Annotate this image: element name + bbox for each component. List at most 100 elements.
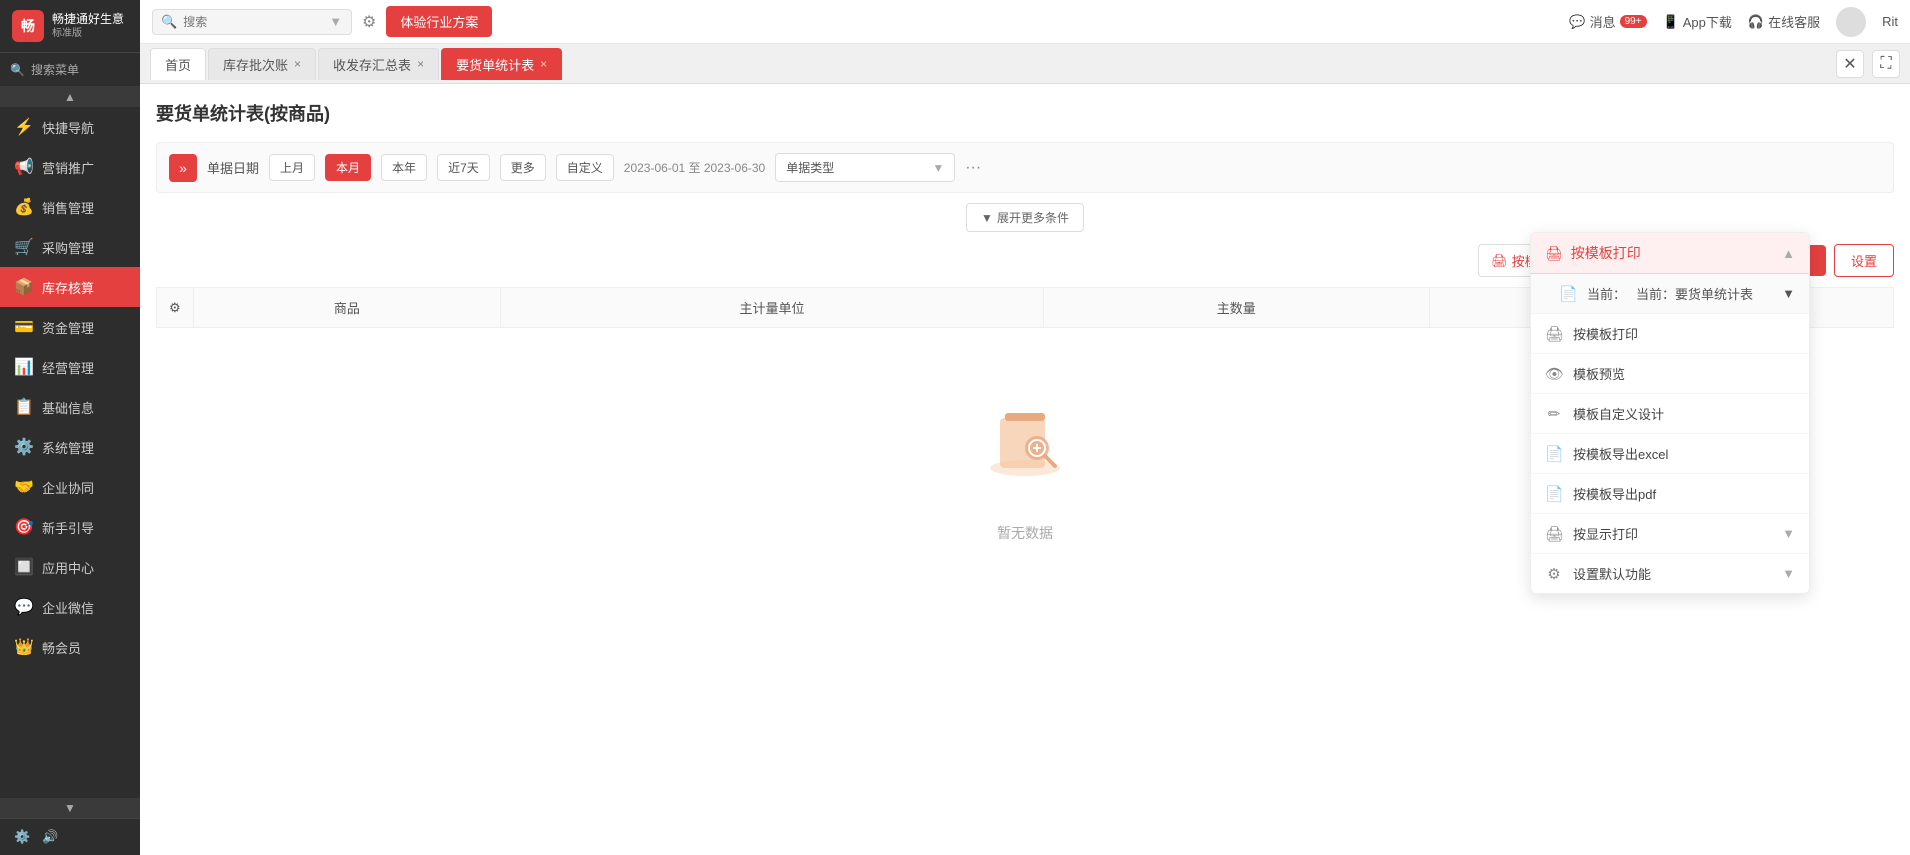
close-collection-summary[interactable]: × <box>417 57 424 71</box>
expand-icon: ▼ <box>981 211 993 225</box>
sidebar-item-purchase[interactable]: 🛒 采购管理 <box>0 227 140 267</box>
topbar-search-dropdown[interactable]: ▼ <box>329 14 342 29</box>
tab-batch-account[interactable]: 库存批次账 × <box>208 48 316 80</box>
wechat-icon: 💬 <box>14 597 34 617</box>
guide-icon: 🎯 <box>14 517 34 537</box>
quick-nav-icon: ⚡ <box>14 117 34 137</box>
dropdown-set-default[interactable]: ⚙ 设置默认功能 ▼ <box>1531 554 1809 593</box>
sidebar-item-operation[interactable]: 📊 经营管理 <box>0 347 140 387</box>
maximize-btn[interactable]: ⛶ <box>1872 50 1900 78</box>
main-area: 🔍 ▼ ⚙ 体验行业方案 💬 消息 99+ 📱 App下载 🎧 在线客服 Rit <box>140 0 1910 855</box>
username-label: Rit <box>1882 14 1898 29</box>
print-icon: 🖨 <box>1491 253 1508 269</box>
current-doc-icon: 📄 <box>1559 285 1577 303</box>
avatar[interactable] <box>1836 7 1866 37</box>
set-default-icon: ⚙ <box>1545 565 1563 583</box>
type-select[interactable]: 单据类型 ▼ <box>775 153 955 182</box>
topbar-search[interactable]: 🔍 ▼ <box>152 9 352 35</box>
settings-icon[interactable]: ⚙️ <box>14 829 30 845</box>
sidebar-item-cooperation[interactable]: 🤝 企业协同 <box>0 467 140 507</box>
template-preview-icon: 👁 <box>1545 365 1563 383</box>
sidebar-item-guide[interactable]: 🎯 新手引导 <box>0 507 140 547</box>
tab-end-btns: ✕ ⛶ <box>1836 50 1900 78</box>
sidebar-item-wechat[interactable]: 💬 企业微信 <box>0 587 140 627</box>
date-btn-more[interactable]: 更多 <box>500 154 546 181</box>
system-icon: ⚙️ <box>14 437 34 457</box>
type-select-arrow: ▼ <box>932 161 944 175</box>
industry-btn[interactable]: 体验行业方案 <box>386 6 492 37</box>
template-design-icon: ✏ <box>1545 405 1563 423</box>
sidebar-scroll-up[interactable]: ▲ <box>0 87 140 107</box>
app-download-item[interactable]: 📱 App下载 <box>1663 12 1732 31</box>
content-area: 要货单统计表(按商品) » 单据日期 上月 本月 本年 近7天 更多 自定义 2… <box>140 84 1910 855</box>
settings-action-btn[interactable]: 设置 <box>1834 244 1894 277</box>
sidebar-item-system[interactable]: ⚙️ 系统管理 <box>0 427 140 467</box>
tab-collection-summary[interactable]: 收发存汇总表 × <box>318 48 439 80</box>
display-print-icon: 🖨 <box>1545 525 1563 543</box>
sidebar: 畅 畅捷通好生意 标准版 🔍 搜索菜单 ▲ ⚡ 快捷导航 📢 营销推广 💰 销售… <box>0 0 140 855</box>
date-btn-this-year[interactable]: 本年 <box>381 154 427 181</box>
dropdown-header-right: ▲ <box>1782 246 1795 261</box>
mobile-icon: 📱 <box>1663 14 1679 30</box>
filter-bar: » 单据日期 上月 本月 本年 近7天 更多 自定义 2023-06-01 至 … <box>156 142 1894 193</box>
sidebar-item-member[interactable]: 👑 畅会员 <box>0 627 140 667</box>
date-btn-7days[interactable]: 近7天 <box>437 154 490 181</box>
dropdown-header: 🖨 按模板打印 ▲ <box>1531 233 1809 274</box>
date-btn-last-month[interactable]: 上月 <box>269 154 315 181</box>
messages-item[interactable]: 💬 消息 99+ <box>1569 12 1646 31</box>
apps-icon: 🔲 <box>14 557 34 577</box>
dropdown-current-item[interactable]: 📄 当前： 当前：要货单统计表 ▼ <box>1531 274 1809 314</box>
dropdown-export-pdf[interactable]: 📄 按模板导出pdf <box>1531 474 1809 514</box>
sidebar-item-basic[interactable]: 📋 基础信息 <box>0 387 140 427</box>
sidebar-item-marketing[interactable]: 📢 营销推广 <box>0 147 140 187</box>
close-all-tabs-btn[interactable]: ✕ <box>1836 50 1864 78</box>
print-dropdown-menu: 🖨 按模板打印 ▲ 📄 当前： 当前：要货单统计表 ▼ 🖨 按模板打印 👁 <box>1530 232 1810 594</box>
search-icon: 🔍 <box>10 63 25 77</box>
speaker-icon[interactable]: 🔊 <box>42 829 58 845</box>
tab-home[interactable]: 首页 <box>150 48 206 80</box>
search-input[interactable] <box>183 15 323 29</box>
logo-text: 畅捷通好生意 标准版 <box>52 12 124 41</box>
sidebar-item-inventory[interactable]: 📦 库存核算 <box>0 267 140 307</box>
dropdown-template-preview[interactable]: 👁 模板预览 <box>1531 354 1809 394</box>
col-unit: 主计量单位 <box>501 288 1044 328</box>
cooperation-icon: 🤝 <box>14 477 34 497</box>
sidebar-bottom: ⚙️ 🔊 <box>0 818 140 855</box>
filter-more-icon[interactable]: ··· <box>965 159 981 177</box>
date-btn-custom[interactable]: 自定义 <box>556 154 614 181</box>
col-quantity: 主数量 <box>1043 288 1429 328</box>
date-btn-this-month[interactable]: 本月 <box>325 154 371 181</box>
headset-icon: 🎧 <box>1748 14 1764 30</box>
export-excel-icon: 📄 <box>1545 445 1563 463</box>
sidebar-item-sales[interactable]: 💰 销售管理 <box>0 187 140 227</box>
dropdown-template-print[interactable]: 🖨 按模板打印 <box>1531 314 1809 354</box>
tab-order-stats[interactable]: 要货单统计表 × <box>441 48 562 80</box>
dropdown-export-excel[interactable]: 📄 按模板导出excel <box>1531 434 1809 474</box>
online-service-item[interactable]: 🎧 在线客服 <box>1748 12 1820 31</box>
sidebar-scroll-down[interactable]: ▼ <box>0 798 140 818</box>
sidebar-item-apps[interactable]: 🔲 应用中心 <box>0 547 140 587</box>
sales-icon: 💰 <box>14 197 34 217</box>
display-print-arrow: ▼ <box>1782 526 1795 541</box>
topbar: 🔍 ▼ ⚙ 体验行业方案 💬 消息 99+ 📱 App下载 🎧 在线客服 Rit <box>140 0 1910 44</box>
dropdown-display-print[interactable]: 🖨 按显示打印 ▼ <box>1531 514 1809 554</box>
set-default-arrow: ▼ <box>1782 566 1795 581</box>
gear-icon[interactable]: ⚙ <box>362 12 376 32</box>
dropdown-template-design[interactable]: ✏ 模板自定义设计 <box>1531 394 1809 434</box>
logo-icon: 畅 <box>12 10 44 42</box>
sidebar-item-quick-nav[interactable]: ⚡ 快捷导航 <box>0 107 140 147</box>
close-order-stats[interactable]: × <box>540 57 547 71</box>
more-conditions-btn[interactable]: ▼ 展开更多条件 <box>966 203 1084 232</box>
sidebar-item-finance[interactable]: 💳 资金管理 <box>0 307 140 347</box>
print-header-icon: 🖨 <box>1545 245 1563 262</box>
sidebar-search[interactable]: 🔍 搜索菜单 <box>0 53 140 87</box>
filter-expand-btn[interactable]: » <box>169 154 197 182</box>
close-batch-account[interactable]: × <box>294 57 301 71</box>
template-print-icon: 🖨 <box>1545 325 1563 343</box>
date-label: 单据日期 <box>207 158 259 177</box>
table-settings-col[interactable]: ⚙ <box>157 288 194 328</box>
dropdown-chevron-up[interactable]: ▲ <box>1782 246 1795 261</box>
page-title: 要货单统计表(按商品) <box>156 100 1894 126</box>
inventory-icon: 📦 <box>14 277 34 297</box>
operation-icon: 📊 <box>14 357 34 377</box>
